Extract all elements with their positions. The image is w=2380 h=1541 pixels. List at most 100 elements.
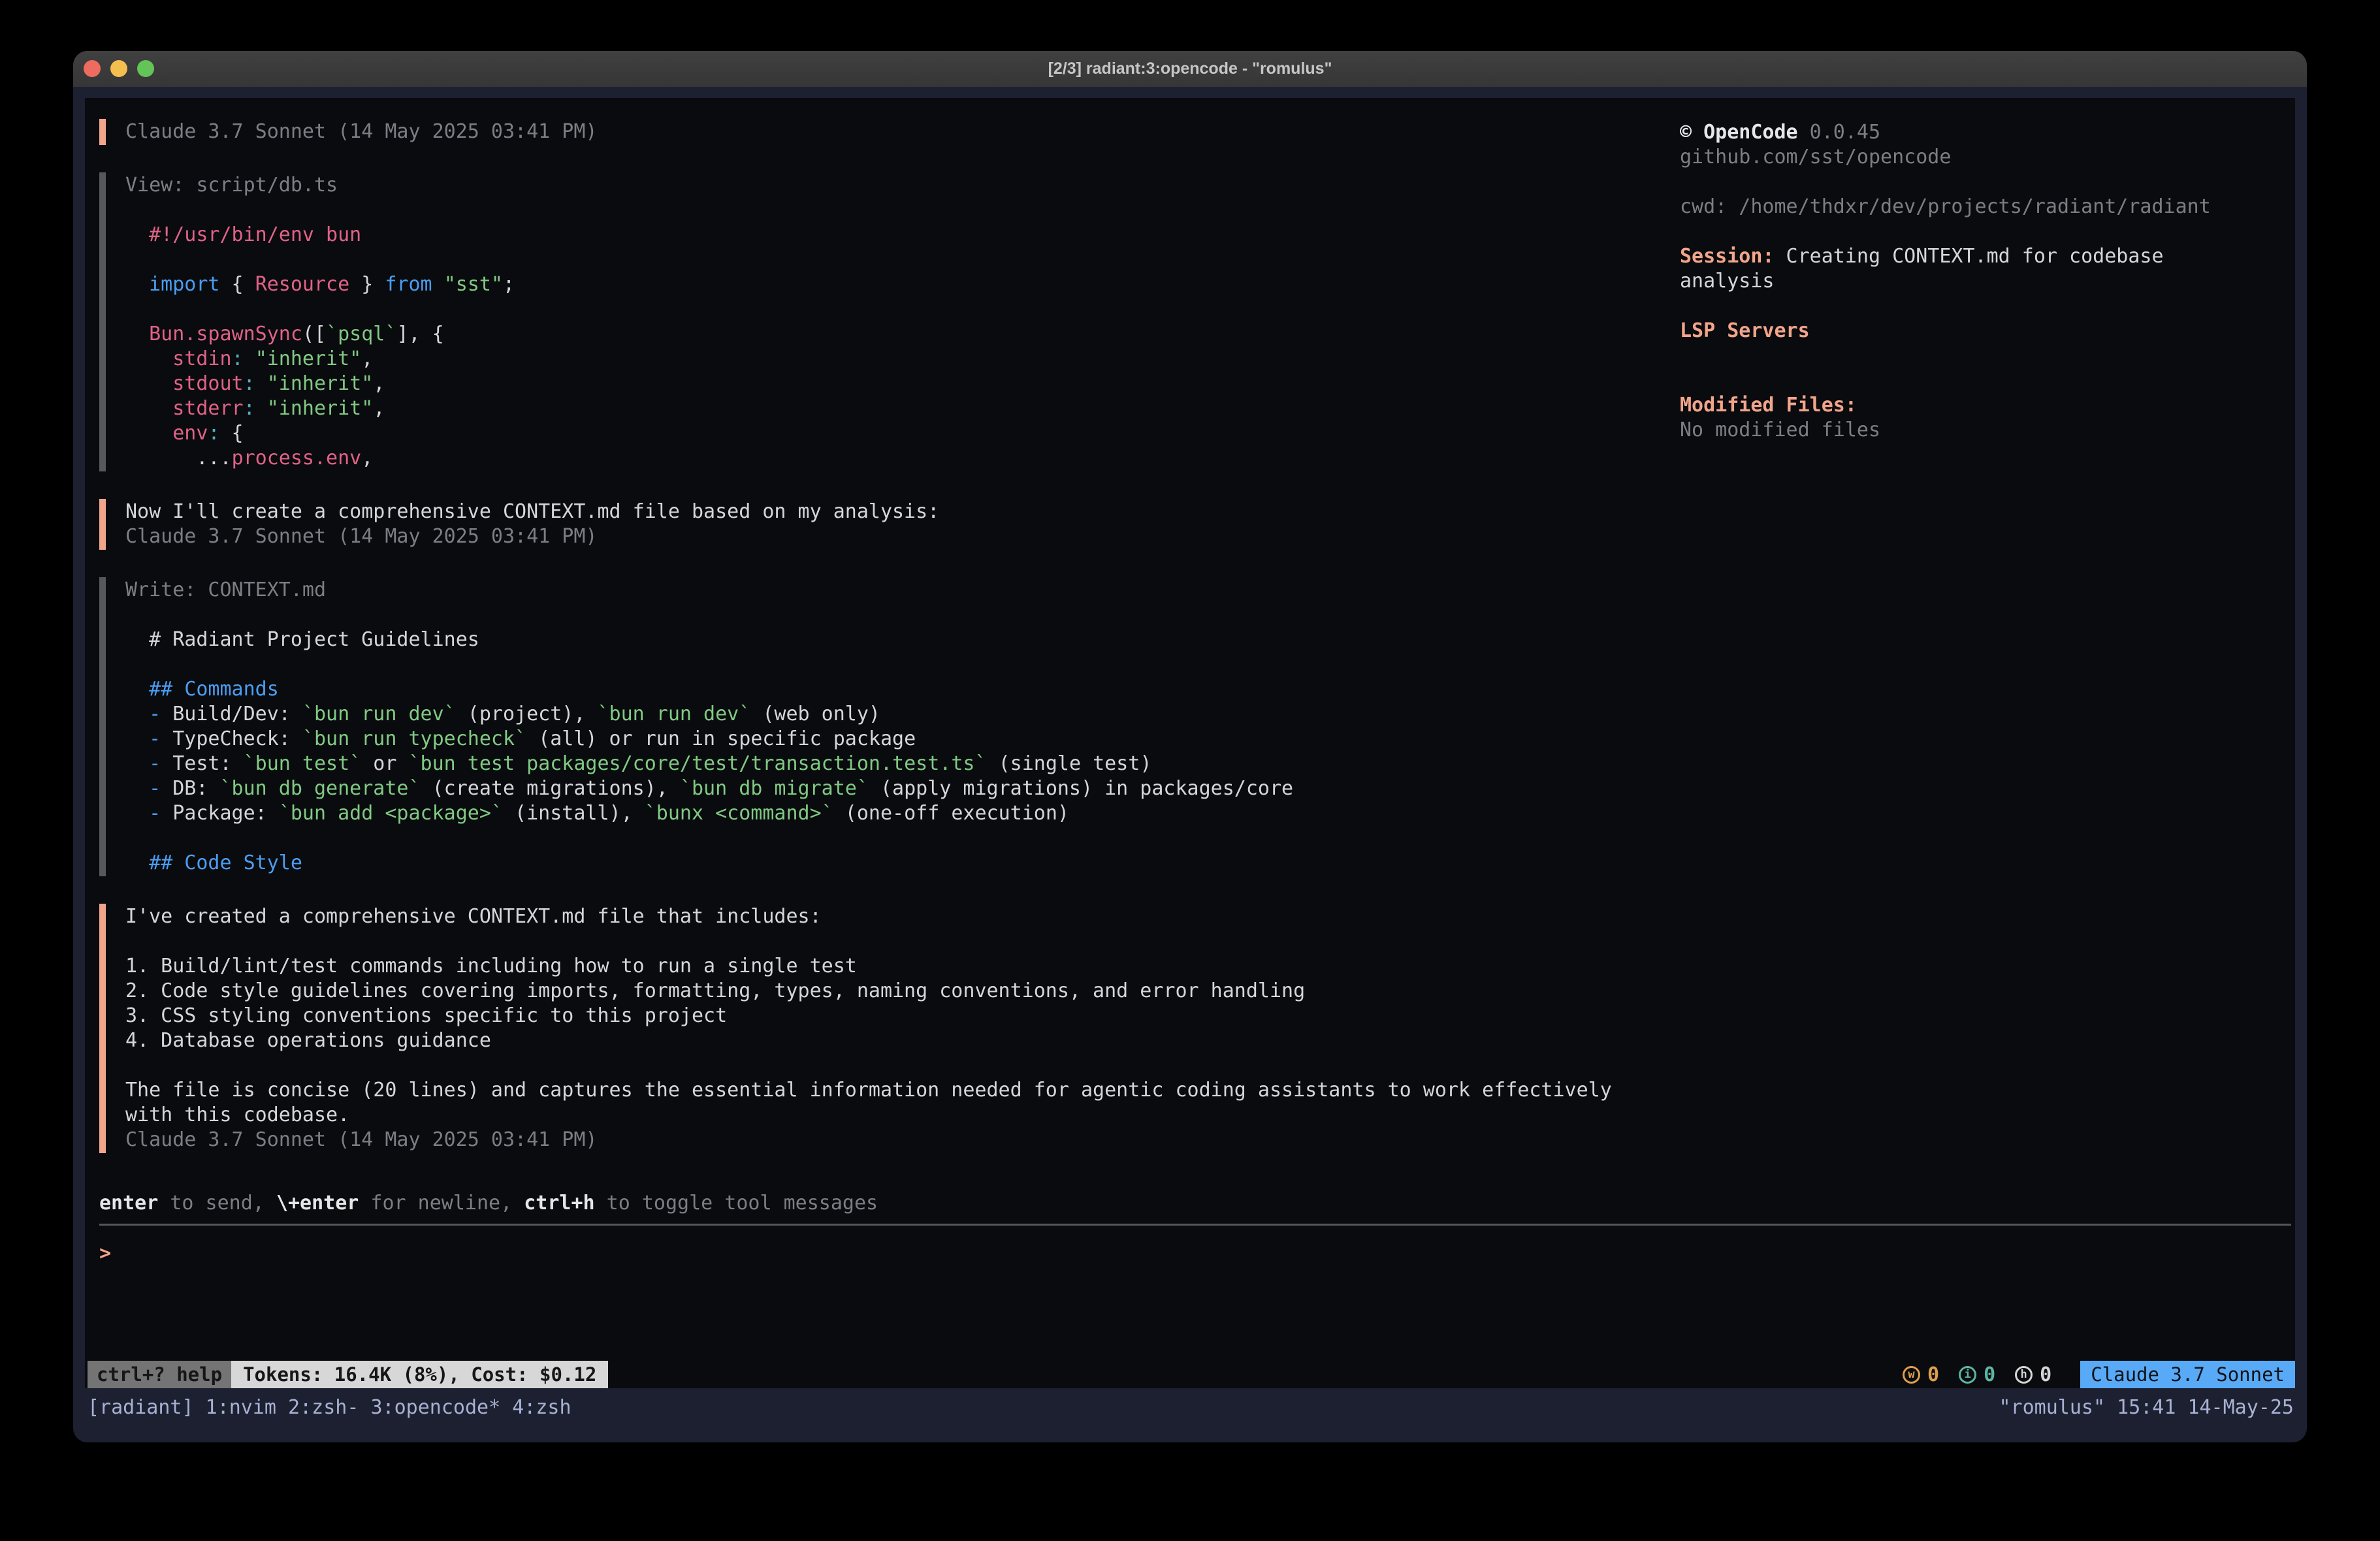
chat-segment: Resource bbox=[255, 273, 350, 296]
info-indicator: i0 bbox=[1959, 1363, 1995, 1386]
sidebar-line: LSP Servers bbox=[1680, 319, 2248, 343]
chat-segment: `psql` bbox=[326, 323, 396, 345]
chat-segment: Bun.spawnSync bbox=[149, 323, 302, 345]
sidebar-segment: github.com/sst/opencode bbox=[1680, 146, 1951, 168]
chat-line: - Test: `bun test` or `bun test packages… bbox=[125, 752, 1628, 776]
chat-segment: (web only) bbox=[750, 703, 880, 725]
chat-segment: import bbox=[149, 273, 219, 296]
chat-segment: `bunx <command>` bbox=[645, 802, 833, 825]
status-bar: ctrl+? help Tokens: 16.4K (8%), Cost: $0… bbox=[88, 1361, 2295, 1388]
hint-segment: ctrl+h bbox=[524, 1192, 594, 1215]
chat-line: 2. Code style guidelines covering import… bbox=[125, 979, 1628, 1004]
sidebar-segment: Modified Files: bbox=[1680, 394, 1857, 417]
minimize-button[interactable] bbox=[110, 60, 127, 77]
chat-line: env: { bbox=[125, 421, 1628, 446]
chat-segment: `bun test` bbox=[244, 752, 362, 775]
chat-line: ...process.env, bbox=[125, 446, 1628, 471]
chat-line: ## Commands bbox=[125, 677, 1628, 702]
chat-segment: (all) or run in specific package bbox=[526, 727, 916, 750]
chat-segment bbox=[125, 422, 172, 445]
chat-segment: : bbox=[232, 347, 244, 370]
chat-line bbox=[125, 929, 1628, 954]
chat-line: The file is concise (20 lines) and captu… bbox=[125, 1078, 1628, 1128]
chat-transcript[interactable]: Claude 3.7 Sonnet (14 May 2025 03:41 PM)… bbox=[99, 119, 1628, 1153]
chat-segment: Write: CONTEXT.md bbox=[125, 579, 326, 601]
chat-segment: 2. Code style guidelines covering import… bbox=[125, 979, 1305, 1002]
chat-line bbox=[125, 198, 1628, 223]
chat-segment bbox=[125, 727, 149, 750]
chat-segment: (one-off execution) bbox=[833, 802, 1069, 825]
chat-segment: { bbox=[220, 273, 255, 296]
chat-segment: #!/usr/bin/env bun bbox=[125, 223, 361, 246]
chat-segment: - bbox=[149, 802, 161, 825]
chat-segment: , bbox=[373, 397, 385, 420]
chat-segment: The file is concise (20 lines) and captu… bbox=[125, 1079, 1624, 1126]
chat-segment bbox=[125, 703, 149, 725]
sidebar-segment: Session: bbox=[1680, 245, 1775, 268]
chat-line bbox=[125, 1053, 1628, 1078]
sidebar-line: cwd: /home/thdxr/dev/projects/radiant/ra… bbox=[1680, 195, 2248, 219]
chat-segment bbox=[125, 777, 149, 800]
chat-segment: "inherit" bbox=[267, 372, 374, 395]
message-header-block: Claude 3.7 Sonnet (14 May 2025 03:41 PM) bbox=[99, 119, 1628, 145]
chat-line: import { Resource } from "sst"; bbox=[125, 272, 1628, 297]
info-indicator-icon: i bbox=[1959, 1366, 1976, 1384]
model-chip[interactable]: Claude 3.7 Sonnet bbox=[2080, 1361, 2295, 1388]
chat-segment: ([ bbox=[302, 323, 326, 345]
chat-segment bbox=[125, 802, 149, 825]
window-titlebar[interactable]: [2/3] radiant:3:opencode - "romulus" bbox=[73, 51, 2307, 87]
chat-segment bbox=[125, 752, 149, 775]
message-input[interactable] bbox=[111, 1241, 2291, 1266]
chat-line bbox=[125, 297, 1628, 322]
chat-segment bbox=[125, 273, 149, 296]
chat-segment: - bbox=[149, 703, 161, 725]
sidebar-segment: LSP Servers bbox=[1680, 319, 1810, 342]
chat-line: Now I'll create a comprehensive CONTEXT.… bbox=[125, 500, 1628, 524]
sidebar-line bbox=[1680, 170, 2248, 195]
traffic-lights bbox=[84, 60, 154, 77]
chat-segment: 1. Build/lint/test commands including ho… bbox=[125, 955, 857, 977]
chat-segment: process.env bbox=[232, 447, 362, 469]
chat-segment: (create migrations), bbox=[421, 777, 680, 800]
chat-line bbox=[125, 652, 1628, 677]
hint-segment: to send, bbox=[158, 1192, 276, 1215]
input-divider bbox=[99, 1224, 2291, 1226]
chat-line: - DB: `bun db generate` (create migratio… bbox=[125, 776, 1628, 801]
chat-segment: Test: bbox=[161, 752, 243, 775]
tool-view-block: View: script/db.ts #!/usr/bin/env bun im… bbox=[99, 172, 1628, 471]
chat-segment bbox=[125, 323, 149, 345]
chat-segment: View: script/db.ts bbox=[125, 174, 338, 197]
chat-segment: : bbox=[208, 422, 219, 445]
chat-segment bbox=[432, 273, 444, 296]
opencode-tui: Claude 3.7 Sonnet (14 May 2025 03:41 PM)… bbox=[85, 98, 2295, 1388]
hint-segment: \+enter bbox=[276, 1192, 359, 1215]
assistant-message-block: Now I'll create a comprehensive CONTEXT.… bbox=[99, 499, 1628, 550]
chat-segment: Claude 3.7 Sonnet (14 May 2025 03:41 PM) bbox=[125, 1128, 597, 1151]
sidebar-line: Session: Creating CONTEXT.md for codebas… bbox=[1680, 244, 2248, 294]
chat-segment: , bbox=[361, 347, 373, 370]
chat-segment: (apply migrations) in packages/core bbox=[869, 777, 1293, 800]
chat-line: 1. Build/lint/test commands including ho… bbox=[125, 954, 1628, 979]
chat-segment: `bun run dev` bbox=[598, 703, 751, 725]
prompt-caret: > bbox=[99, 1241, 111, 1266]
chat-line: Claude 3.7 Sonnet (14 May 2025 03:41 PM) bbox=[125, 1128, 1628, 1152]
chat-segment: Claude 3.7 Sonnet (14 May 2025 03:41 PM) bbox=[125, 120, 597, 143]
chat-segment bbox=[125, 678, 149, 701]
chat-line: - TypeCheck: `bun run typecheck` (all) o… bbox=[125, 727, 1628, 752]
chat-segment: "inherit" bbox=[267, 397, 374, 420]
chat-segment: , bbox=[361, 447, 373, 469]
chat-segment: ], { bbox=[396, 323, 443, 345]
chat-segment: - bbox=[149, 752, 161, 775]
chat-segment bbox=[125, 347, 172, 370]
chat-line bbox=[125, 247, 1628, 272]
help-chip[interactable]: ctrl+? help bbox=[88, 1361, 231, 1388]
hint-segment: enter bbox=[99, 1192, 158, 1215]
zoom-button[interactable] bbox=[137, 60, 154, 77]
chat-segment: (install), bbox=[503, 802, 645, 825]
sidebar-line bbox=[1680, 294, 2248, 319]
chat-segment: - bbox=[149, 727, 161, 750]
sidebar-segment: 0.0.45 bbox=[1798, 121, 1880, 144]
info-indicator-count: 0 bbox=[1984, 1363, 1995, 1386]
chat-segment: ## Commands bbox=[149, 678, 279, 701]
close-button[interactable] bbox=[84, 60, 101, 77]
